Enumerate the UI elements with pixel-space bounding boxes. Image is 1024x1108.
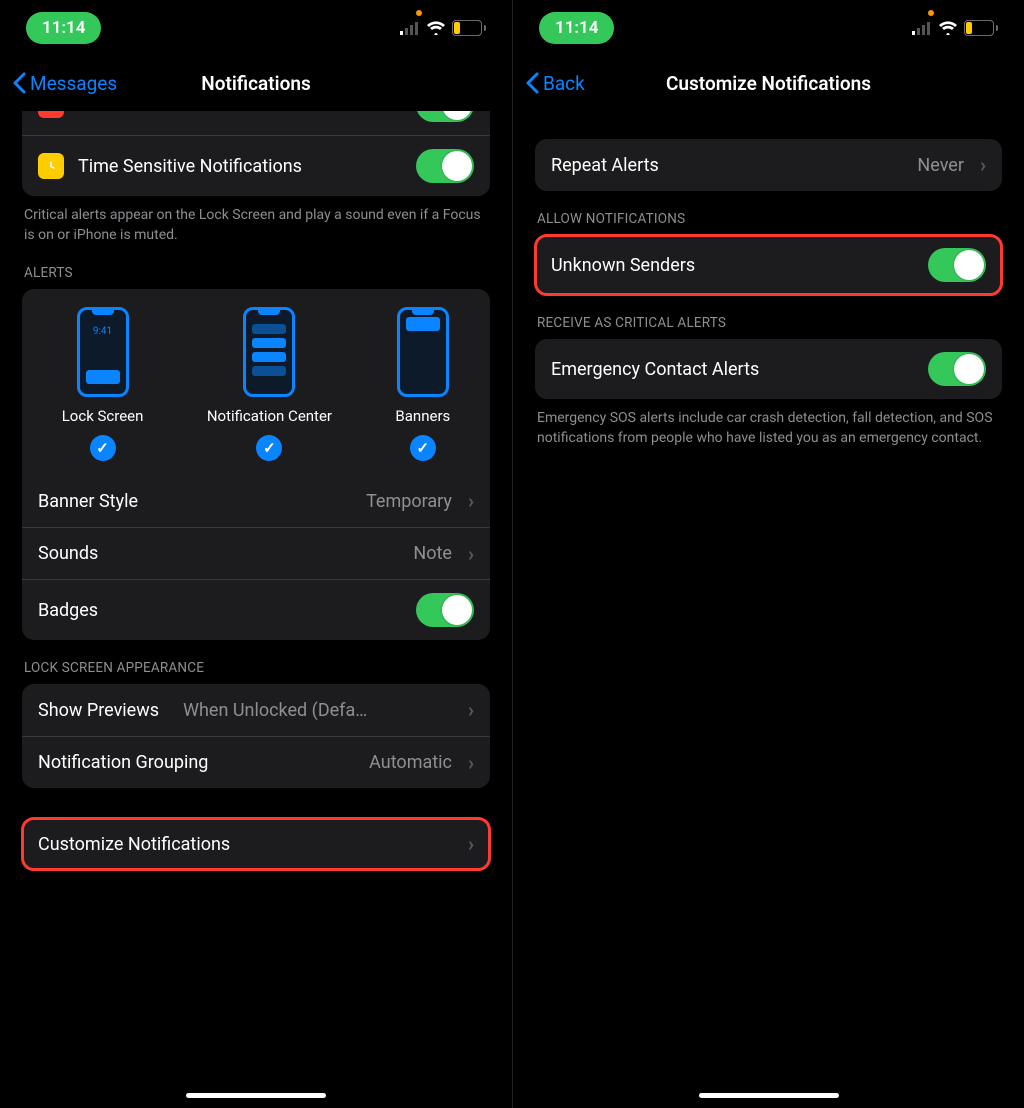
sounds-value: Note	[413, 543, 452, 564]
unknown-senders-toggle[interactable]	[928, 248, 986, 282]
checkmark-icon: ✓	[90, 435, 116, 461]
alerts-header: ALERTS	[22, 245, 490, 289]
cellular-signal-icon	[400, 21, 420, 35]
badges-label: Badges	[38, 600, 402, 621]
chevron-right-icon: ›	[468, 489, 474, 513]
battery-icon: 18	[452, 20, 486, 36]
critical-alerts-toggle[interactable]	[416, 111, 474, 122]
alert-type-banners[interactable]: Banners ✓	[395, 307, 450, 461]
sounds-row[interactable]: Sounds Note ›	[22, 527, 490, 579]
unknown-senders-label: Unknown Senders	[551, 255, 914, 276]
content: ! Critical Alerts Time Sensitive Notific…	[0, 111, 512, 1108]
battery-icon: 18	[964, 20, 998, 36]
badges-row[interactable]: Badges	[22, 579, 490, 640]
allow-header: ALLOW NOTIFICATIONS	[535, 191, 1002, 235]
banner-icon	[397, 307, 449, 397]
banner-style-label: Banner Style	[38, 491, 352, 512]
notification-grouping-row[interactable]: Notification Grouping Automatic ›	[22, 736, 490, 788]
chevron-right-icon: ›	[468, 542, 474, 566]
emergency-footer: Emergency SOS alerts include car crash d…	[535, 399, 1002, 448]
repeat-alerts-row[interactable]: Repeat Alerts Never ›	[535, 139, 1002, 191]
chevron-right-icon: ›	[468, 698, 474, 722]
chevron-left-icon	[525, 72, 539, 94]
repeat-alerts-value: Never	[917, 155, 964, 176]
lock-screen-group: Show Previews When Unlocked (Defa… › Not…	[22, 684, 490, 788]
chevron-right-icon: ›	[980, 153, 986, 177]
show-previews-value: When Unlocked (Defa…	[183, 700, 452, 721]
emergency-contact-row[interactable]: Emergency Contact Alerts	[535, 339, 1002, 399]
alerts-group: 9:41 Lock Screen ✓ Notification Center ✓…	[22, 289, 490, 640]
alert-type-label: Lock Screen	[62, 407, 144, 425]
repeat-alerts-label: Repeat Alerts	[551, 155, 903, 176]
time-sensitive-toggle[interactable]	[416, 149, 474, 183]
banner-style-value: Temporary	[366, 491, 452, 512]
exclamation-icon: !	[38, 111, 64, 118]
emergency-contact-label: Emergency Contact Alerts	[551, 359, 914, 380]
customize-group: Customize Notifications ›	[22, 818, 490, 870]
critical-group: ! Critical Alerts Time Sensitive Notific…	[22, 111, 490, 196]
nav-bar: Messages Notifications	[0, 55, 512, 111]
emergency-group: Emergency Contact Alerts	[535, 339, 1002, 399]
alert-types-row: 9:41 Lock Screen ✓ Notification Center ✓…	[22, 289, 490, 475]
repeat-group: Repeat Alerts Never ›	[535, 139, 1002, 191]
chevron-right-icon: ›	[468, 832, 474, 856]
chevron-right-icon: ›	[468, 751, 474, 775]
wifi-icon	[426, 21, 446, 35]
checkmark-icon: ✓	[256, 435, 282, 461]
time-sensitive-row[interactable]: Time Sensitive Notifications	[22, 135, 490, 196]
critical-header: RECEIVE AS CRITICAL ALERTS	[535, 295, 1002, 339]
alert-type-notification-center[interactable]: Notification Center ✓	[207, 307, 332, 461]
checkmark-icon: ✓	[410, 435, 436, 461]
page-title: Customize Notifications	[513, 72, 1024, 95]
home-indicator[interactable]	[699, 1093, 839, 1098]
emergency-contact-toggle[interactable]	[928, 352, 986, 386]
left-phone: 11:14 18 Messages Notifications ! Critic…	[0, 0, 512, 1108]
status-time: 11:14	[26, 12, 101, 44]
sounds-label: Sounds	[38, 543, 399, 564]
content: Repeat Alerts Never › ALLOW NOTIFICATION…	[513, 111, 1024, 1108]
lock-screen-header: LOCK SCREEN APPEARANCE	[22, 640, 490, 684]
critical-alerts-row[interactable]: ! Critical Alerts	[22, 111, 490, 135]
notification-grouping-value: Automatic	[369, 752, 452, 773]
notification-grouping-label: Notification Grouping	[38, 752, 355, 773]
badges-toggle[interactable]	[416, 593, 474, 627]
clock-icon	[38, 153, 64, 179]
critical-footer: Critical alerts appear on the Lock Scree…	[22, 196, 490, 245]
status-icons: 18	[912, 20, 998, 36]
alert-type-label: Notification Center	[207, 407, 332, 425]
status-bar: 11:14 18	[0, 0, 512, 55]
status-bar: 11:14 18	[513, 0, 1024, 55]
unknown-senders-group: Unknown Senders	[535, 235, 1002, 295]
wifi-icon	[938, 21, 958, 35]
critical-alerts-label: Critical Alerts	[78, 111, 402, 116]
lock-screen-icon: 9:41	[77, 307, 129, 397]
time-sensitive-label: Time Sensitive Notifications	[78, 156, 402, 177]
back-label: Back	[543, 72, 585, 95]
status-icons: 18	[400, 20, 486, 36]
alert-type-label: Banners	[395, 407, 450, 425]
notification-center-icon	[243, 307, 295, 397]
back-button[interactable]: Back	[525, 72, 585, 95]
chevron-left-icon	[12, 72, 26, 94]
privacy-dot-icon	[928, 10, 934, 16]
back-label: Messages	[30, 72, 117, 95]
banner-style-row[interactable]: Banner Style Temporary ›	[22, 475, 490, 527]
cellular-signal-icon	[912, 21, 932, 35]
customize-notifications-label: Customize Notifications	[38, 834, 452, 855]
unknown-senders-row[interactable]: Unknown Senders	[535, 235, 1002, 295]
alert-type-lock-screen[interactable]: 9:41 Lock Screen ✓	[62, 307, 144, 461]
customize-notifications-row[interactable]: Customize Notifications ›	[22, 818, 490, 870]
right-phone: 11:14 18 Back Customize Notifications Re…	[512, 0, 1024, 1108]
show-previews-row[interactable]: Show Previews When Unlocked (Defa… ›	[22, 684, 490, 736]
privacy-dot-icon	[416, 10, 422, 16]
nav-bar: Back Customize Notifications	[513, 55, 1024, 111]
show-previews-label: Show Previews	[38, 700, 159, 721]
home-indicator[interactable]	[186, 1093, 326, 1098]
back-button[interactable]: Messages	[12, 72, 117, 95]
status-time: 11:14	[539, 12, 614, 44]
